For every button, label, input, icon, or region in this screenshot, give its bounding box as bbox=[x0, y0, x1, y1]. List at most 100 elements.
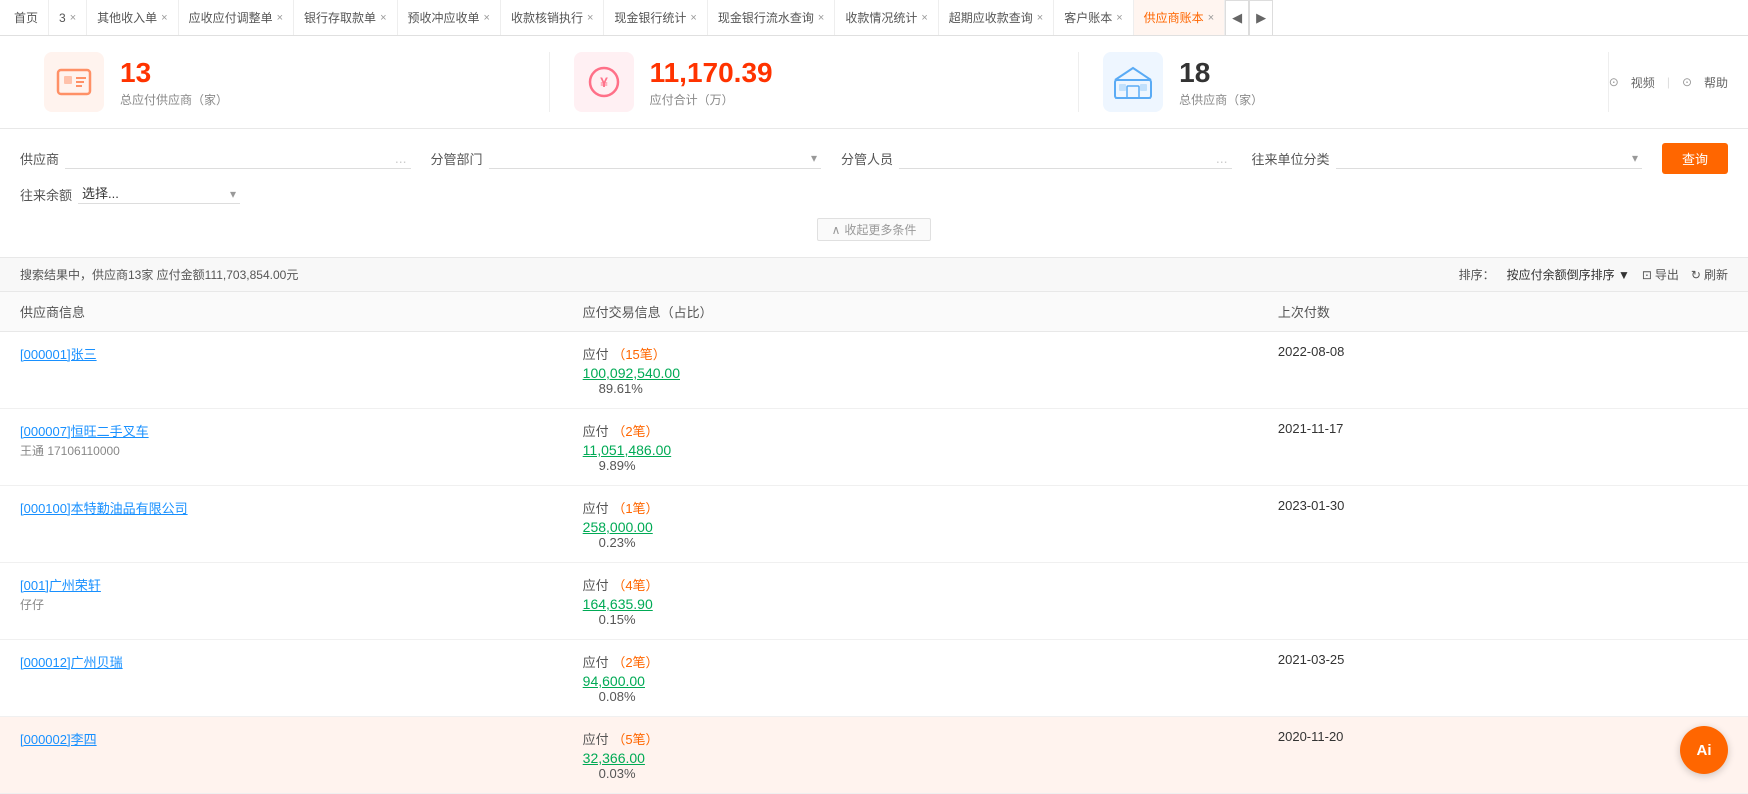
supplier-info: [000007]恒旺二手叉车 王通 17106110000 bbox=[20, 421, 583, 459]
category-select-wrap: ▾ bbox=[1336, 149, 1642, 169]
collapse-icon: ∧ bbox=[832, 223, 841, 237]
category-select[interactable] bbox=[1340, 151, 1632, 166]
close-icon[interactable]: × bbox=[1208, 12, 1214, 24]
supplier-link[interactable]: [000007]恒旺二手叉车 bbox=[20, 421, 583, 440]
person-input[interactable] bbox=[903, 151, 1216, 166]
chevron-down-icon: ▾ bbox=[230, 187, 236, 201]
supplier-link[interactable]: [000012]广州贝瑞 bbox=[20, 652, 583, 671]
filter-item-dept: 分管部门 ▾ bbox=[431, 149, 822, 169]
nav-tab-adjustment[interactable]: 应收应付调整单 × bbox=[179, 0, 294, 36]
supplier-info: [000100]本特勤油品有限公司 bbox=[20, 498, 583, 517]
transaction-info: 应付 （15笔） 100,092,540.00 89.61% bbox=[583, 344, 1258, 396]
supplier-icon bbox=[44, 52, 104, 112]
nav-tab-collection[interactable]: 收款核销执行 × bbox=[501, 0, 604, 36]
nav-arrow-right[interactable]: ▶ bbox=[1249, 0, 1273, 36]
close-icon[interactable]: × bbox=[484, 12, 490, 24]
refresh-button[interactable]: ↻ 刷新 bbox=[1691, 266, 1728, 283]
nav-tab-3-label: 3 bbox=[59, 11, 66, 25]
nav-tab-supplier-book[interactable]: 供应商账本 × bbox=[1134, 0, 1225, 36]
collapse-button[interactable]: ∧ 收起更多条件 bbox=[817, 218, 932, 241]
nav-arrow-left[interactable]: ◀ bbox=[1225, 0, 1249, 36]
col-header-transaction: 应付交易信息（占比） bbox=[583, 302, 1258, 321]
supplier-info: [001]广州荣轩 仔仔 bbox=[20, 575, 583, 613]
table-row: [000012]广州贝瑞 应付 （2笔） 94,600.00 0.08% 202… bbox=[0, 640, 1748, 717]
close-icon[interactable]: × bbox=[1037, 12, 1043, 24]
top-nav: 首页 3 × 其他收入单 × 应收应付调整单 × 银行存取款单 × 预收冲应收单… bbox=[0, 0, 1748, 36]
nav-tab-payment-stats[interactable]: 收款情况统计 × bbox=[835, 0, 938, 36]
close-icon[interactable]: × bbox=[921, 12, 927, 24]
close-icon[interactable]: × bbox=[277, 12, 283, 24]
ai-label: Ai bbox=[1697, 742, 1712, 759]
supplier-link[interactable]: [000002]李四 bbox=[20, 729, 583, 748]
export-label: 导出 bbox=[1655, 266, 1679, 283]
help-link[interactable]: 帮助 bbox=[1704, 74, 1728, 91]
summary-bar: 13 总应付供应商（家） ¥ 11,170.39 应付合计（万） bbox=[0, 36, 1748, 129]
transaction-info: 应付 （5笔） 32,366.00 0.03% bbox=[583, 729, 1258, 781]
close-icon[interactable]: × bbox=[380, 12, 386, 24]
nav-tab-adjustment-label: 应收应付调整单 bbox=[189, 9, 273, 26]
close-icon[interactable]: × bbox=[1116, 12, 1122, 24]
filter-row-1: 供应商 ... 分管部门 ▾ 分管人员 ... bbox=[20, 143, 1728, 174]
transaction-info: 应付 （2笔） 94,600.00 0.08% bbox=[583, 652, 1258, 704]
close-icon[interactable]: × bbox=[161, 12, 167, 24]
ai-button[interactable]: Ai bbox=[1680, 726, 1728, 774]
payable-total-label: 应付合计（万） bbox=[650, 91, 773, 108]
close-icon[interactable]: × bbox=[70, 12, 76, 24]
nav-tab-customer-book[interactable]: 客户账本 × bbox=[1054, 0, 1133, 36]
nav-tab-overdue-label: 超期应收款查询 bbox=[949, 9, 1033, 26]
nav-tab-collection-label: 收款核销执行 bbox=[511, 9, 583, 26]
close-icon[interactable]: × bbox=[818, 12, 824, 24]
filter-item-category: 往来单位分类 ▾ bbox=[1252, 149, 1643, 169]
nav-tab-home[interactable]: 首页 bbox=[4, 0, 49, 36]
supplier-info: [000001]张三 bbox=[20, 344, 583, 363]
export-button[interactable]: ⊡ 导出 bbox=[1642, 266, 1679, 283]
supplier-link[interactable]: [001]广州荣轩 bbox=[20, 575, 583, 594]
video-link[interactable]: 视频 bbox=[1631, 74, 1655, 91]
nav-tab-3[interactable]: 3 × bbox=[49, 0, 87, 36]
last-pay-date: 2020-11-20 bbox=[1258, 729, 1728, 744]
balance-select[interactable]: 选择... bbox=[82, 186, 230, 201]
nav-tab-cash-flow[interactable]: 现金银行流水查询 × bbox=[708, 0, 835, 36]
nav-tab-home-label: 首页 bbox=[14, 9, 38, 26]
supplier-filter-label: 供应商 bbox=[20, 149, 59, 168]
dept-select[interactable] bbox=[493, 151, 811, 166]
close-icon[interactable]: × bbox=[587, 12, 593, 24]
transaction-info: 应付 （4笔） 164,635.90 0.15% bbox=[583, 575, 1258, 627]
summary-card-payable-total: ¥ 11,170.39 应付合计（万） bbox=[550, 52, 1080, 112]
query-button[interactable]: 查询 bbox=[1662, 143, 1728, 174]
nav-tab-supplier-book-label: 供应商账本 bbox=[1144, 9, 1204, 26]
supplier-input[interactable] bbox=[69, 151, 395, 166]
balance-filter-label: 往来余额 bbox=[20, 185, 72, 204]
supplier-info: [000002]李四 bbox=[20, 729, 583, 748]
last-pay-date: 2022-08-08 bbox=[1258, 344, 1728, 359]
person-dots[interactable]: ... bbox=[1216, 150, 1228, 166]
filter-item-balance: 往来余额 选择... ▾ bbox=[20, 184, 240, 204]
filter-area: 供应商 ... 分管部门 ▾ 分管人员 ... bbox=[0, 129, 1748, 258]
result-summary-text: 搜索结果中，供应商13家 应付金额111,703,854.00元 bbox=[20, 268, 298, 282]
summary-card-total-suppliers: 18 总供应商（家） bbox=[1079, 52, 1609, 112]
help-circle-icon: ⊙ bbox=[1682, 75, 1692, 89]
chevron-down-icon: ▾ bbox=[1632, 151, 1638, 165]
supplier-link[interactable]: [000001]张三 bbox=[20, 344, 583, 363]
nav-tab-prepay[interactable]: 预收冲应收单 × bbox=[398, 0, 501, 36]
supplier-link[interactable]: [000100]本特勤油品有限公司 bbox=[20, 498, 583, 517]
payable-suppliers-count: 13 bbox=[120, 56, 228, 90]
nav-tab-other-income[interactable]: 其他收入单 × bbox=[87, 0, 178, 36]
nav-tab-bank-deposit[interactable]: 银行存取款单 × bbox=[294, 0, 397, 36]
circle-play-icon: ⊙ bbox=[1609, 75, 1619, 89]
nav-tab-cash-flow-label: 现金银行流水查询 bbox=[718, 9, 814, 26]
nav-tab-cash-bank-stats[interactable]: 现金银行统计 × bbox=[604, 0, 707, 36]
result-bar: 搜索结果中，供应商13家 应付金额111,703,854.00元 排序： 按应付… bbox=[0, 258, 1748, 292]
refresh-label: 刷新 bbox=[1704, 266, 1728, 283]
table-header: 供应商信息 应付交易信息（占比） 上次付数 bbox=[0, 292, 1748, 332]
close-icon[interactable]: × bbox=[690, 12, 696, 24]
nav-tab-payment-stats-label: 收款情况统计 bbox=[845, 9, 917, 26]
sort-value[interactable]: 按应付余额倒序排序 ▼ bbox=[1507, 266, 1630, 283]
nav-tab-customer-book-label: 客户账本 bbox=[1064, 9, 1112, 26]
filter-item-person: 分管人员 ... bbox=[841, 148, 1232, 169]
table-row: [000007]恒旺二手叉车 王通 17106110000 应付 （2笔） 11… bbox=[0, 409, 1748, 486]
supplier-dots[interactable]: ... bbox=[395, 150, 407, 166]
collapse-label: 收起更多条件 bbox=[844, 221, 916, 238]
nav-tab-overdue[interactable]: 超期应收款查询 × bbox=[939, 0, 1054, 36]
filter-row-2: 往来余额 选择... ▾ bbox=[20, 184, 1728, 204]
